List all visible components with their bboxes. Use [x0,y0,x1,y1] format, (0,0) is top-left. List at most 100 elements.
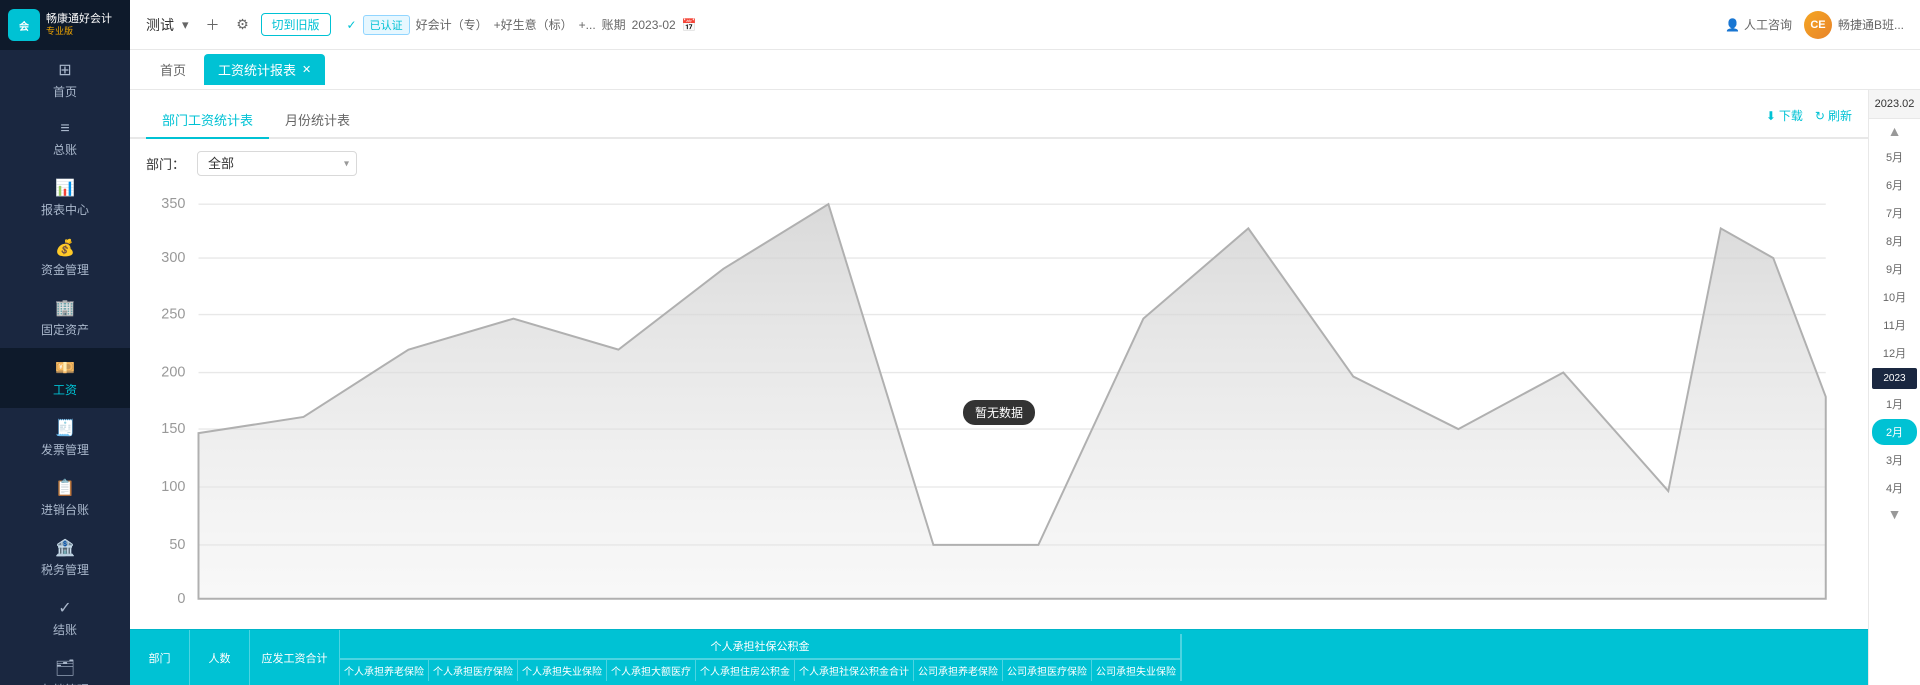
svg-text:200: 200 [161,364,185,380]
rp-month-2[interactable]: 2月 [1872,419,1917,445]
th-group-label: 个人承担社保公积金 [340,634,1181,659]
sidebar: 会 畅康通好会计 专业版 ⊞ 首页 ≡ 总账 📊 报表中心 💰 资金管理 🏢 固… [0,0,130,685]
filter-row: 部门： 全部 ▾ [130,139,1868,188]
svg-text:50: 50 [169,537,185,553]
sidebar-item-archive[interactable]: 🗂 归档管理 [0,648,130,685]
sidebar-item-invoice[interactable]: 🧾 发票管理 [0,408,130,468]
tag-accounting: 好会计（专） [416,16,488,33]
rp-month-7[interactable]: 7月 [1872,200,1917,226]
th-personal-unemployment: 个人承担失业保险 [518,660,607,681]
topbar-status: ✓ 已认证 好会计（专） +好生意（标） +... 账期 2023-02 📅 [347,15,697,35]
switch-version-button[interactable]: 切到旧版 [261,13,331,36]
svg-text:300: 300 [161,250,185,266]
sidebar-item-sales[interactable]: 📋 进销台账 [0,468,130,528]
tax-icon: 🏦 [55,538,75,558]
user-menu[interactable]: CE 畅捷通B班... [1804,11,1904,39]
sidebar-item-checkout[interactable]: ✓ 结账 [0,588,130,648]
status-badge: 已认证 [363,15,410,35]
rp-month-3[interactable]: 3月 [1872,447,1917,473]
checkout-icon: ✓ [58,598,71,618]
consult-icon: 👤 [1725,18,1740,32]
refresh-icon: ↻ [1815,109,1825,123]
svg-text:0: 0 [177,591,185,607]
th-personal-medical: 个人承担医疗保险 [429,660,518,681]
rp-month-5[interactable]: 5月 [1872,144,1917,170]
user-avatar: CE [1804,11,1832,39]
period-value: 2023-02 [632,18,676,32]
logo: 会 畅康通好会计 专业版 [0,0,130,50]
home-icon: ⊞ [58,60,71,80]
download-icon: ⬇ [1766,109,1776,123]
th-dept: 部门 [130,630,190,685]
th-sub-row: 个人承担养老保险 个人承担医疗保险 个人承担失业保险 个人承担大额医疗 个人承担 [340,659,1181,681]
logo-icon: 会 [8,9,40,41]
settings-button[interactable]: ⚙ [231,13,255,37]
svg-text:350: 350 [161,196,185,212]
download-button[interactable]: ⬇ 下载 [1766,107,1803,124]
sales-icon: 📋 [55,478,75,498]
rp-down-arrow[interactable]: ▼ [1869,502,1920,526]
main-area: 测试 ▾ ＋ ⚙ 切到旧版 ✓ 已认证 好会计（专） +好生意（标） +... … [130,0,1920,685]
topbar: 测试 ▾ ＋ ⚙ 切到旧版 ✓ 已认证 好会计（专） +好生意（标） +... … [130,0,1920,50]
tab-home[interactable]: 首页 [146,54,200,85]
company-dropdown[interactable]: ▾ [182,17,189,33]
rp-up-arrow[interactable]: ▲ [1869,119,1920,143]
sidebar-item-reports[interactable]: 📊 报表中心 [0,168,130,228]
rp-month-9[interactable]: 9月 [1872,256,1917,282]
sub-tab-dept[interactable]: 部门工资统计表 [146,102,269,139]
th-company-unemployment: 公司承担失业保险 [1092,660,1181,681]
tab-close-button[interactable]: ✕ [302,63,311,76]
rp-month-4[interactable]: 4月 [1872,475,1917,501]
rp-month-8[interactable]: 8月 [1872,228,1917,254]
logo-text: 畅康通好会计 专业版 [46,12,112,38]
chart-tooltip: 暂无数据 [963,400,1035,425]
calendar-icon[interactable]: 📅 [682,18,697,32]
company-name: 测试 [146,15,174,35]
th-personal-total: 个人承担社保公积金合计 [795,660,914,681]
sidebar-item-assets[interactable]: 🏢 固定资产 [0,288,130,348]
rp-year-2023: 2023 [1872,368,1917,389]
sidebar-item-funds[interactable]: 💰 资金管理 [0,228,130,288]
svg-text:100: 100 [161,479,185,495]
refresh-button[interactable]: ↻ 刷新 [1815,107,1852,124]
assets-icon: 🏢 [55,298,75,318]
topbar-actions: ＋ ⚙ 切到旧版 [201,13,331,37]
sidebar-item-ledger[interactable]: ≡ 总账 [0,110,130,168]
sub-tab-monthly[interactable]: 月份统计表 [269,102,366,139]
tab-salary-report[interactable]: 工资统计报表 ✕ [204,54,325,85]
tag-business: +好生意（标） [494,16,573,33]
chart-area: 350 300 250 200 150 100 50 0 [130,188,1868,629]
table-header: 部门 人数 应发工资合计 个人承担社保公积金 个人承担养老保险 [130,629,1868,685]
dept-select-wrapper: 全部 ▾ [197,151,357,176]
sub-tabs: 部门工资统计表 月份统计表 ⬇ 下载 ↻ 刷新 [130,90,1868,139]
sub-tab-actions: ⬇ 下载 ↻ 刷新 [1766,107,1852,132]
reports-icon: 📊 [55,178,75,198]
th-personal-pension: 个人承担养老保险 [340,660,429,681]
rp-month-6[interactable]: 6月 [1872,172,1917,198]
th-personal-major-medical: 个人承担大额医疗 [607,660,696,681]
sidebar-nav: ⊞ 首页 ≡ 总账 📊 报表中心 💰 资金管理 🏢 固定资产 💴 工资 🧾 发票… [0,50,130,685]
sidebar-item-salary[interactable]: 💴 工资 [0,348,130,408]
svg-text:250: 250 [161,306,185,322]
sidebar-item-tax[interactable]: 🏦 税务管理 [0,528,130,588]
rp-month-10[interactable]: 10月 [1872,284,1917,310]
rp-month-1[interactable]: 1月 [1872,391,1917,417]
invoice-icon: 🧾 [55,418,75,438]
topbar-right: 👤 人工咨询 CE 畅捷通B班... [1725,11,1904,39]
th-personal-housing-fund: 个人承担住房公积金 [696,660,795,681]
ledger-icon: ≡ [60,120,69,138]
th-company-pension: 公司承担养老保险 [914,660,1003,681]
verified-icon: ✓ [347,18,357,32]
right-panel: 2023.02 ▲ 5月 6月 7月 8月 9月 10月 11月 12月 202… [1868,90,1920,685]
content-area: 部门工资统计表 月份统计表 ⬇ 下载 ↻ 刷新 [130,90,1920,685]
sidebar-item-home[interactable]: ⊞ 首页 [0,50,130,110]
dept-select[interactable]: 全部 [197,151,357,176]
th-count: 人数 [190,630,250,685]
salary-icon: 💴 [55,358,75,378]
rp-month-12[interactable]: 12月 [1872,340,1917,366]
add-button[interactable]: ＋ [201,13,225,37]
tag-more: +... [579,18,596,32]
rp-month-11[interactable]: 11月 [1872,312,1917,338]
tabs-bar: 首页 工资统计报表 ✕ [130,50,1920,90]
consult-button[interactable]: 👤 人工咨询 [1725,16,1792,33]
